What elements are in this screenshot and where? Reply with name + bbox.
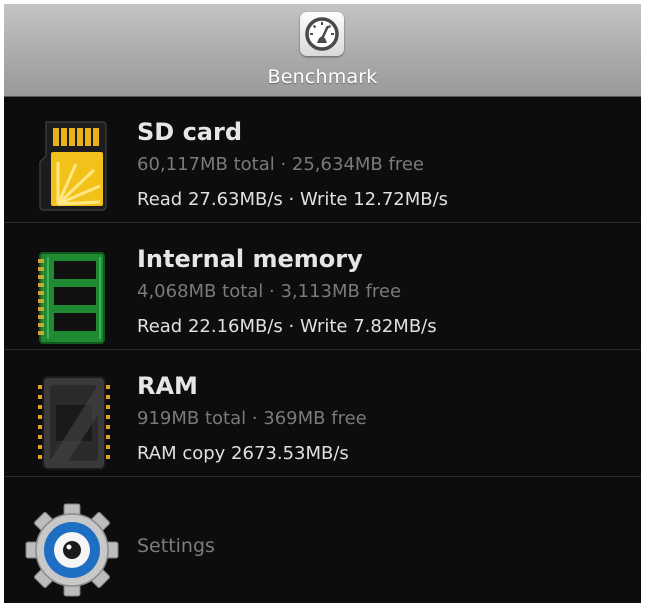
storage-speed: RAM copy 2673.53MB/s [137,443,349,464]
list-item-sd-card[interactable]: SD card 60,117MB total · 25,634MB free R… [4,96,641,223]
gear-icon [24,502,120,602]
storage-capacity: 60,117MB total · 25,634MB free [137,154,424,175]
benchmark-screen: Benchmark SD card 60,117MB total · 25,63… [4,4,641,603]
speedometer-icon[interactable] [300,12,344,56]
settings-item[interactable] [4,484,641,603]
storage-title: SD card [137,118,242,146]
storage-capacity: 919MB total · 369MB free [137,408,367,429]
settings-label: Settings [137,535,215,557]
sd-card-icon [38,118,110,218]
page-title: Benchmark [267,66,378,88]
list-item-ram[interactable]: RAM 919MB total · 369MB free RAM copy 26… [4,350,641,477]
list-item-internal-memory[interactable]: Internal memory 4,068MB total · 3,113MB … [4,223,641,350]
storage-speed: Read 22.16MB/s · Write 7.82MB/s [137,316,437,337]
storage-speed: Read 27.63MB/s · Write 12.72MB/s [137,189,449,210]
storage-title: Internal memory [137,245,363,273]
storage-capacity: 4,068MB total · 3,113MB free [137,281,402,302]
memory-chip-icon [38,251,108,349]
header-bar: Benchmark [4,4,641,97]
storage-title: RAM [137,372,198,400]
ram-chip-icon [38,375,110,475]
